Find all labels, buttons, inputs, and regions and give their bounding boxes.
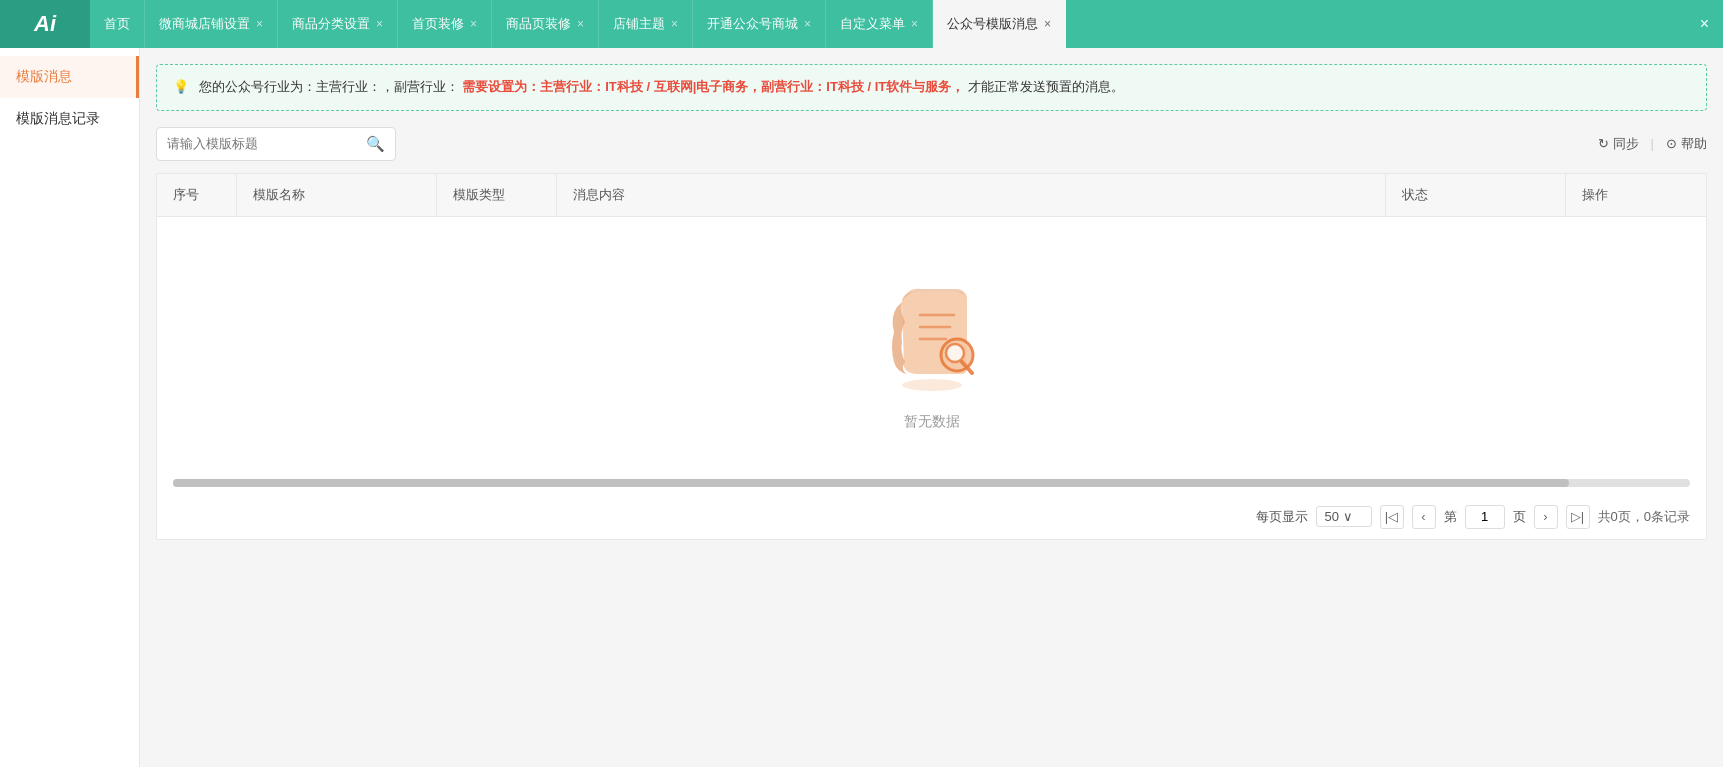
pagination: 每页显示 50 ∨ |◁ ‹ 第 页 › ▷| 共0页，0条记录	[157, 495, 1706, 539]
close-tab-custom-menu[interactable]: ×	[911, 17, 918, 31]
close-tab-template-msg[interactable]: ×	[1044, 17, 1051, 31]
close-tab-store-theme[interactable]: ×	[671, 17, 678, 31]
notice-suffix: 才能正常发送预置的消息。	[968, 79, 1124, 94]
help-button[interactable]: ⊙ 帮助	[1666, 135, 1707, 153]
sidebar-item-template-message[interactable]: 模版消息	[0, 56, 139, 98]
empty-illustration	[872, 277, 992, 397]
nav-tab-store-theme[interactable]: 店铺主题×	[599, 0, 693, 48]
content-area: 💡 您的公众号行业为：主营行业：，副营行业： 需要设置为：主营行业：IT科技 /…	[140, 48, 1723, 767]
th-content: 消息内容	[557, 174, 1386, 216]
th-name: 模版名称	[237, 174, 437, 216]
close-tab-open-mall[interactable]: ×	[804, 17, 811, 31]
page-size-value: 50	[1325, 509, 1339, 524]
close-tab-shop-settings[interactable]: ×	[256, 17, 263, 31]
scrollbar-track[interactable]	[173, 479, 1690, 487]
page-label-before: 第	[1444, 508, 1457, 526]
notice-banner: 💡 您的公众号行业为：主营行业：，副营行业： 需要设置为：主营行业：IT科技 /…	[156, 64, 1707, 111]
first-page-button[interactable]: |◁	[1380, 505, 1404, 529]
sync-button[interactable]: ↻ 同步	[1598, 135, 1639, 153]
empty-text: 暂无数据	[904, 413, 960, 431]
page-size-selector[interactable]: 50 ∨	[1316, 506, 1372, 527]
page-label-after: 页	[1513, 508, 1526, 526]
svg-point-5	[946, 344, 964, 362]
sync-icon: ↻	[1598, 136, 1609, 151]
nav-tab-template-msg[interactable]: 公众号模版消息×	[933, 0, 1066, 48]
search-input-wrap[interactable]: 🔍	[156, 127, 396, 161]
th-action: 操作	[1566, 174, 1706, 216]
main-layout: 模版消息模版消息记录 💡 您的公众号行业为：主营行业：，副营行业： 需要设置为：…	[0, 48, 1723, 767]
svg-point-0	[902, 379, 962, 391]
total-text: 共0页，0条记录	[1598, 508, 1690, 526]
search-bar: 🔍 ↻ 同步 | ⊙ 帮助	[156, 127, 1707, 161]
nav-tab-home[interactable]: 首页	[90, 0, 145, 48]
nav-tab-custom-menu[interactable]: 自定义菜单×	[826, 0, 933, 48]
nav-tab-homepage-decor[interactable]: 首页装修×	[398, 0, 492, 48]
close-tab-homepage-decor[interactable]: ×	[470, 17, 477, 31]
notice-prefix: 您的公众号行业为：主营行业：，副营行业：	[199, 79, 459, 94]
close-tab-category-settings[interactable]: ×	[376, 17, 383, 31]
table-container: 序号模版名称模版类型消息内容状态操作	[156, 173, 1707, 540]
search-actions: ↻ 同步 | ⊙ 帮助	[1598, 135, 1707, 153]
sidebar: 模版消息模版消息记录	[0, 48, 140, 767]
scrollbar-thumb[interactable]	[173, 479, 1569, 487]
close-all-button[interactable]: ×	[1686, 0, 1723, 48]
search-icon[interactable]: 🔍	[366, 135, 385, 153]
page-input[interactable]	[1465, 505, 1505, 529]
search-input[interactable]	[167, 136, 366, 151]
nav-tab-category-settings[interactable]: 商品分类设置×	[278, 0, 398, 48]
th-status: 状态	[1386, 174, 1566, 216]
next-page-button[interactable]: ›	[1534, 505, 1558, 529]
table-header: 序号模版名称模版类型消息内容状态操作	[157, 174, 1706, 217]
th-seq: 序号	[157, 174, 237, 216]
prev-page-button[interactable]: ‹	[1412, 505, 1436, 529]
close-tab-product-decor[interactable]: ×	[577, 17, 584, 31]
logo: Ai	[0, 0, 90, 48]
page-size-label: 每页显示	[1256, 508, 1308, 526]
top-nav: Ai 首页微商城店铺设置×商品分类设置×首页装修×商品页装修×店铺主题×开通公众…	[0, 0, 1723, 48]
nav-tab-product-decor[interactable]: 商品页装修×	[492, 0, 599, 48]
notice-highlight: 需要设置为：主营行业：IT科技 / 互联网|电子商务，副营行业：IT科技 / I…	[462, 79, 964, 94]
last-page-button[interactable]: ▷|	[1566, 505, 1590, 529]
sync-label: 同步	[1613, 135, 1639, 153]
nav-tabs: 首页微商城店铺设置×商品分类设置×首页装修×商品页装修×店铺主题×开通公众号商城…	[90, 0, 1686, 48]
empty-state: 暂无数据	[157, 217, 1706, 471]
sidebar-item-template-message-record[interactable]: 模版消息记录	[0, 98, 139, 140]
help-icon: ⊙	[1666, 136, 1677, 151]
nav-tab-shop-settings[interactable]: 微商城店铺设置×	[145, 0, 278, 48]
th-type: 模版类型	[437, 174, 557, 216]
divider: |	[1651, 136, 1654, 151]
dropdown-icon: ∨	[1343, 509, 1353, 524]
help-label: 帮助	[1681, 135, 1707, 153]
notice-icon: 💡	[173, 79, 189, 94]
nav-tab-open-mall[interactable]: 开通公众号商城×	[693, 0, 826, 48]
